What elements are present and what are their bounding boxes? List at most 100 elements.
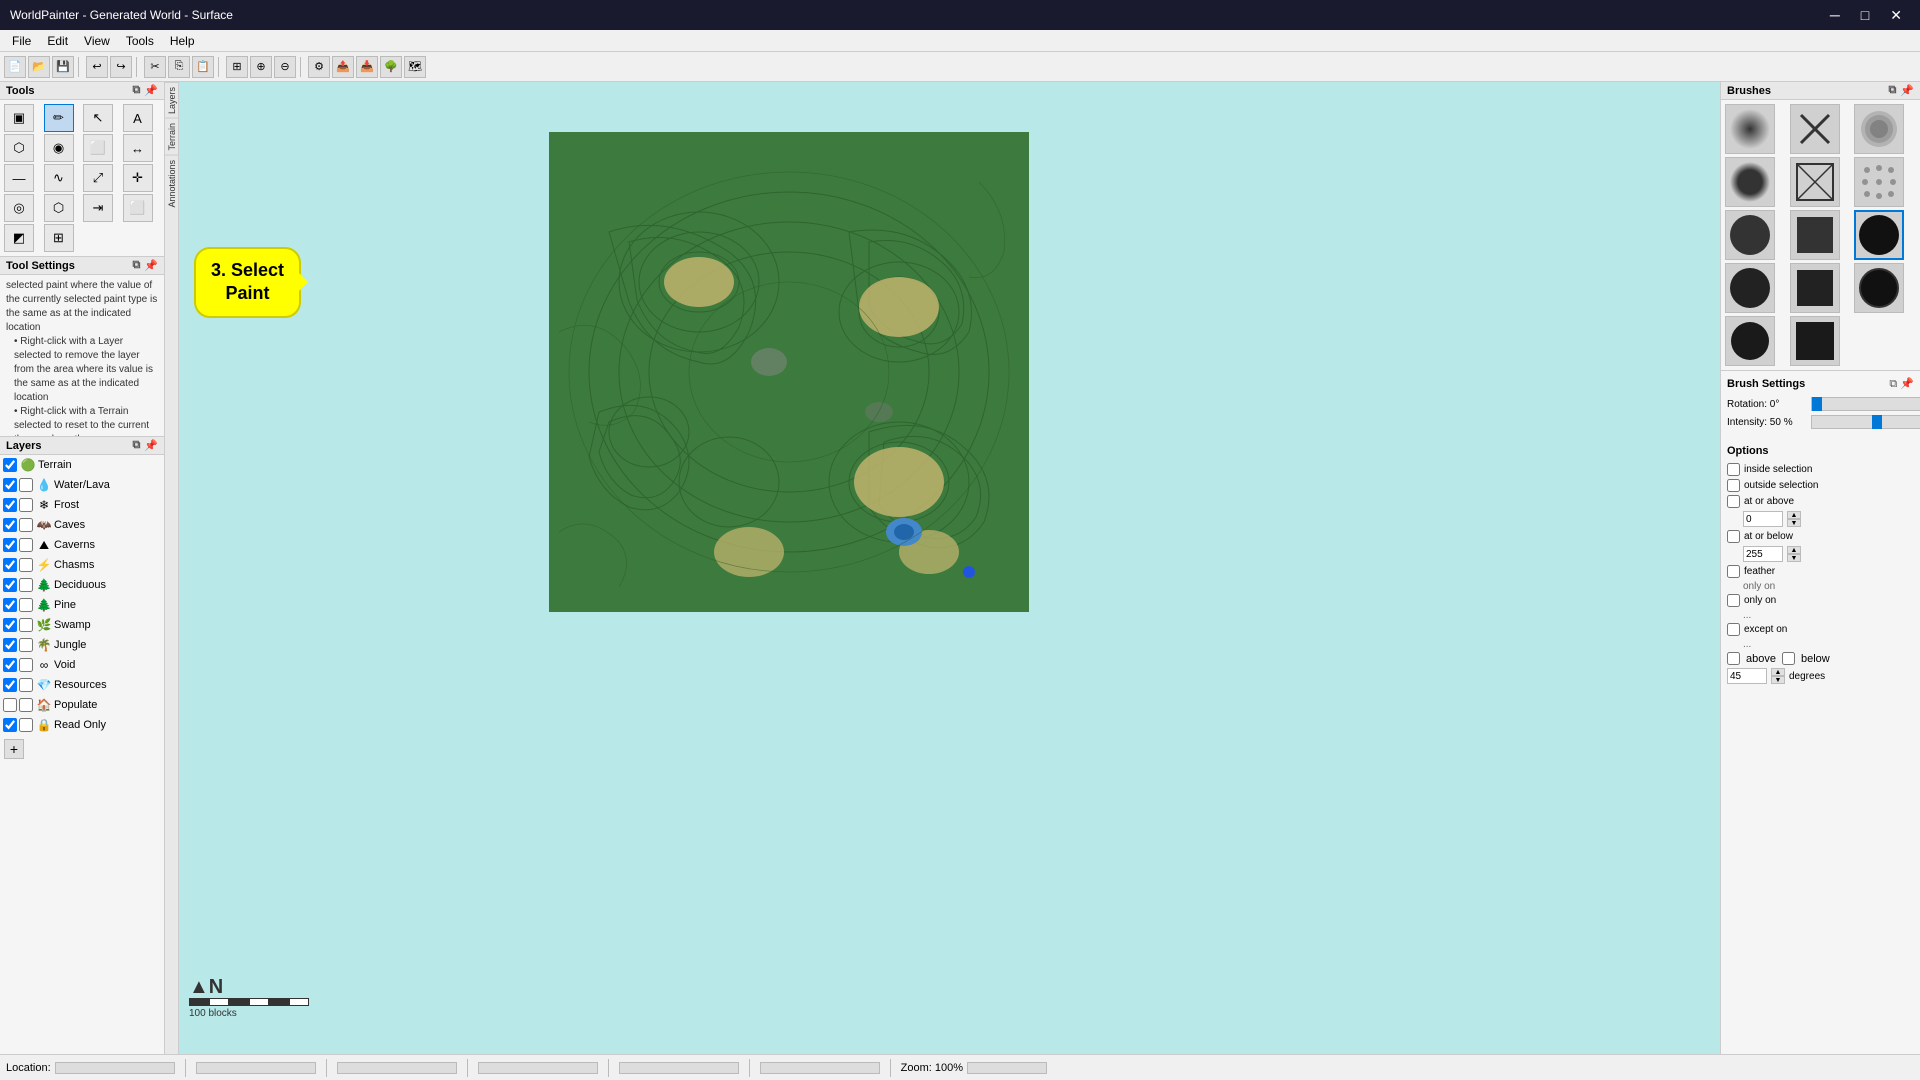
- layer-solo-caves[interactable]: [19, 518, 33, 532]
- layer-check-readonly[interactable]: [3, 718, 17, 732]
- at-or-above-spin-up[interactable]: ▲: [1787, 511, 1801, 519]
- brush-item-8[interactable]: [1790, 210, 1840, 260]
- tool-shape[interactable]: ⬡: [4, 134, 34, 162]
- menu-tools[interactable]: Tools: [118, 32, 162, 50]
- layer-row-water[interactable]: 💧 Water/Lava: [0, 475, 164, 495]
- brush-item-2[interactable]: [1790, 104, 1840, 154]
- menu-view[interactable]: View: [76, 32, 118, 50]
- layer-check-void[interactable]: [3, 658, 17, 672]
- tools-pin-icon[interactable]: 📌: [144, 84, 158, 97]
- side-tab-layers[interactable]: Layers: [165, 82, 178, 118]
- layer-row-pine[interactable]: 🌲 Pine: [0, 595, 164, 615]
- layer-check-terrain[interactable]: [3, 458, 17, 472]
- brush-item-12[interactable]: [1854, 263, 1904, 313]
- tb-save[interactable]: 💾: [52, 56, 74, 78]
- layer-row-populate[interactable]: 🏠 Populate: [0, 695, 164, 715]
- layer-check-populate[interactable]: [3, 698, 17, 712]
- option-inside-selection-check[interactable]: [1727, 463, 1740, 476]
- menu-edit[interactable]: Edit: [39, 32, 76, 50]
- tool-copy[interactable]: ◩: [4, 224, 34, 252]
- layer-check-resources[interactable]: [3, 678, 17, 692]
- brush-settings-pin-icon[interactable]: 📌: [1900, 378, 1914, 390]
- option-outside-selection-check[interactable]: [1727, 479, 1740, 492]
- tool-cross[interactable]: ✛: [123, 164, 153, 192]
- brush-item-13[interactable]: [1725, 316, 1775, 366]
- tool-hex[interactable]: ⬡: [44, 194, 74, 222]
- tb-copy[interactable]: ⎘: [168, 56, 190, 78]
- tb-zoom-out[interactable]: ⊖: [274, 56, 296, 78]
- layer-check-chasms[interactable]: [3, 558, 17, 572]
- layer-row-readonly[interactable]: 🔒 Read Only: [0, 715, 164, 735]
- layer-solo-readonly[interactable]: [19, 718, 33, 732]
- layer-solo-water[interactable]: [19, 478, 33, 492]
- tb-tree[interactable]: 🌳: [380, 56, 402, 78]
- brush-item-3[interactable]: [1854, 104, 1904, 154]
- layer-row-caverns[interactable]: ⛰ Caverns: [0, 535, 164, 555]
- tool-arrow[interactable]: ⇥: [83, 194, 113, 222]
- layer-row-swamp[interactable]: 🌿 Swamp: [0, 615, 164, 635]
- maximize-button[interactable]: □: [1853, 5, 1877, 26]
- layer-solo-jungle[interactable]: [19, 638, 33, 652]
- brush-item-14[interactable]: [1790, 316, 1840, 366]
- layer-solo-caverns[interactable]: [19, 538, 33, 552]
- close-button[interactable]: ✕: [1882, 5, 1910, 26]
- brush-item-7[interactable]: [1725, 210, 1775, 260]
- tb-open[interactable]: 📂: [28, 56, 50, 78]
- layer-check-caves[interactable]: [3, 518, 17, 532]
- brush-item-1[interactable]: [1725, 104, 1775, 154]
- brush-item-5[interactable]: [1790, 157, 1840, 207]
- degrees-spin-down[interactable]: ▼: [1771, 676, 1785, 684]
- tool-rotation[interactable]: ◎: [4, 194, 34, 222]
- option-above-check[interactable]: [1727, 652, 1740, 665]
- brush-item-10[interactable]: [1725, 263, 1775, 313]
- option-at-or-below-check[interactable]: [1727, 530, 1740, 543]
- menu-help[interactable]: Help: [162, 32, 203, 50]
- layer-solo-void[interactable]: [19, 658, 33, 672]
- layer-add-button[interactable]: +: [4, 739, 24, 759]
- option-except-on-check[interactable]: [1727, 623, 1740, 636]
- layer-check-deciduous[interactable]: [3, 578, 17, 592]
- tb-paste[interactable]: 📋: [192, 56, 214, 78]
- menu-file[interactable]: File: [4, 32, 39, 50]
- intensity-slider[interactable]: [1811, 415, 1920, 429]
- option-at-or-below-value[interactable]: [1743, 546, 1783, 562]
- layer-check-frost[interactable]: [3, 498, 17, 512]
- at-or-below-spin-down[interactable]: ▼: [1787, 554, 1801, 562]
- tool-circle[interactable]: ◉: [44, 134, 74, 162]
- layers-pin-icon[interactable]: 📌: [144, 439, 158, 452]
- at-or-above-spin-down[interactable]: ▼: [1787, 519, 1801, 527]
- degrees-spin-up[interactable]: ▲: [1771, 668, 1785, 676]
- option-below-check[interactable]: [1782, 652, 1795, 665]
- tb-settings[interactable]: ⚙: [308, 56, 330, 78]
- canvas-area[interactable]: 3. SelectPaint: [179, 82, 1720, 1054]
- tool-paint[interactable]: ▣: [4, 104, 34, 132]
- layer-solo-chasms[interactable]: [19, 558, 33, 572]
- layer-row-deciduous[interactable]: 🌲 Deciduous: [0, 575, 164, 595]
- layer-row-void[interactable]: ∞ Void: [0, 655, 164, 675]
- layer-check-pine[interactable]: [3, 598, 17, 612]
- tb-import[interactable]: 📥: [356, 56, 378, 78]
- layer-check-water[interactable]: [3, 478, 17, 492]
- tool-curve[interactable]: ∿: [44, 164, 74, 192]
- layer-solo-resources[interactable]: [19, 678, 33, 692]
- brush-item-11[interactable]: [1790, 263, 1840, 313]
- brushes-float-icon[interactable]: ⧉: [1888, 84, 1896, 97]
- minimize-button[interactable]: ─: [1822, 5, 1848, 26]
- layer-solo-pine[interactable]: [19, 598, 33, 612]
- tb-undo[interactable]: ↩: [86, 56, 108, 78]
- layer-row-chasms[interactable]: ⚡ Chasms: [0, 555, 164, 575]
- tb-cut[interactable]: ✂: [144, 56, 166, 78]
- tb-redo[interactable]: ↪: [110, 56, 132, 78]
- option-feather-check[interactable]: [1727, 565, 1740, 578]
- brush-settings-float-icon[interactable]: ⧉: [1889, 378, 1897, 390]
- layer-solo-frost[interactable]: [19, 498, 33, 512]
- tool-grid[interactable]: ⊞: [44, 224, 74, 252]
- brush-item-4[interactable]: [1725, 157, 1775, 207]
- layer-row-jungle[interactable]: 🌴 Jungle: [0, 635, 164, 655]
- tool-settings-float-icon[interactable]: ⧉: [132, 259, 140, 272]
- layer-row-terrain[interactable]: 🟢 Terrain: [0, 455, 164, 475]
- tb-export[interactable]: 📤: [332, 56, 354, 78]
- layer-check-jungle[interactable]: [3, 638, 17, 652]
- tools-float-icon[interactable]: ⧉: [132, 84, 140, 97]
- option-only-on-check[interactable]: [1727, 594, 1740, 607]
